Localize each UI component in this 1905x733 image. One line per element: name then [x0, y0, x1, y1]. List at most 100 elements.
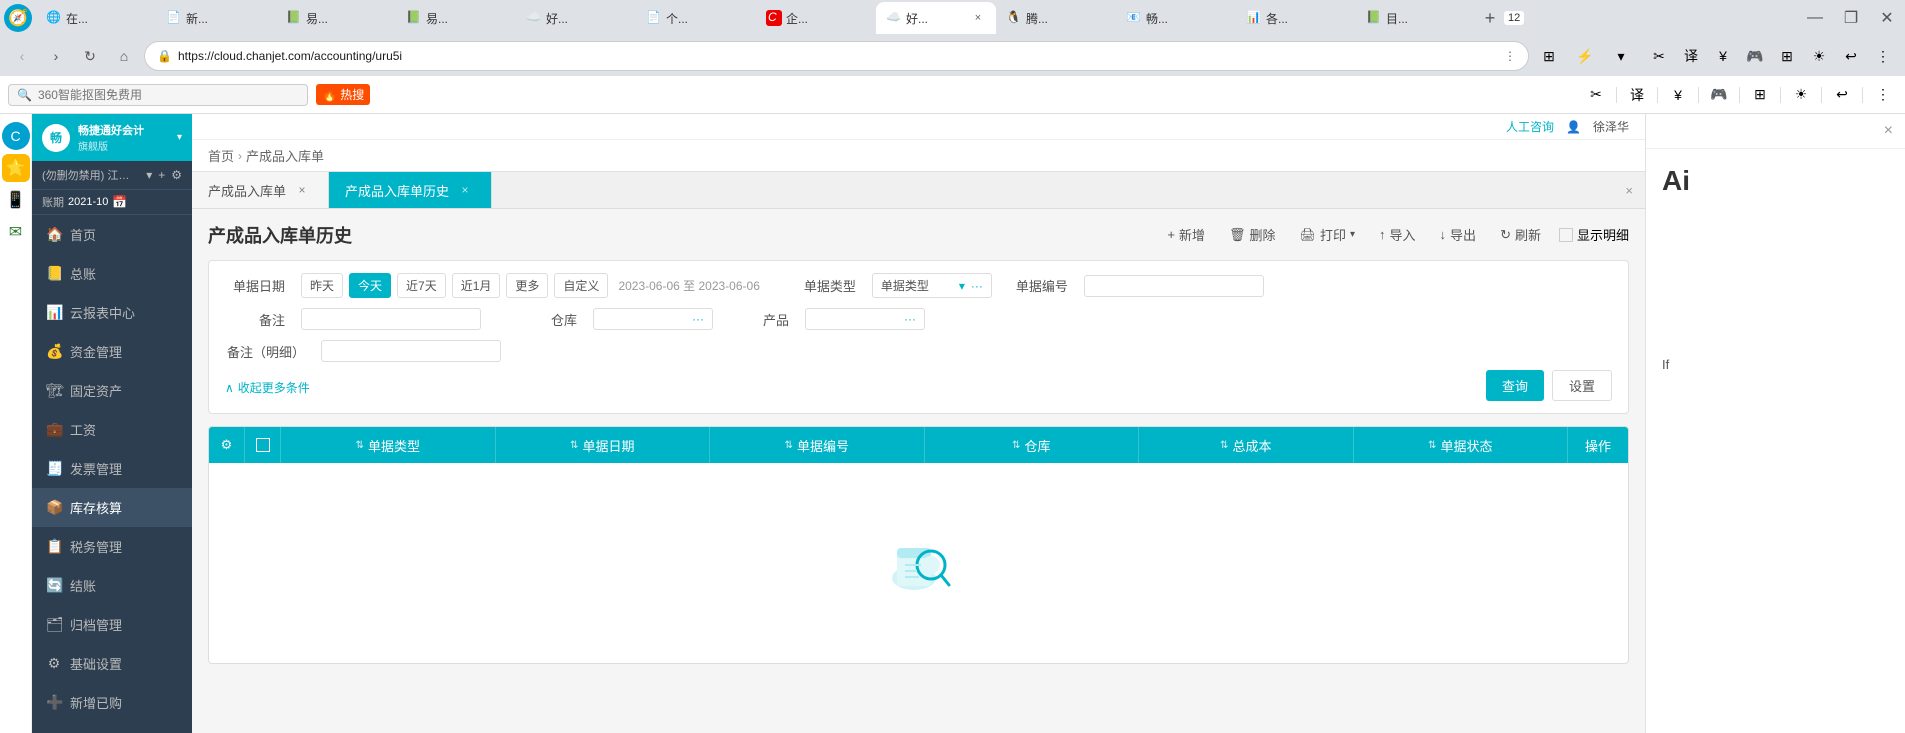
date-btn-more[interactable]: 更多 — [506, 273, 548, 298]
yuan2-icon[interactable]: ¥ — [1664, 81, 1692, 109]
sidebar-item-more[interactable]: ➕ 新增已购 — [32, 683, 192, 722]
close-button[interactable]: ✕ — [1873, 4, 1901, 32]
hot-search-button[interactable]: 🔥 热搜 — [316, 84, 370, 105]
th-check[interactable] — [245, 427, 281, 463]
search-input[interactable] — [38, 88, 238, 102]
num-filter-input[interactable] — [1084, 275, 1264, 297]
collapse-button[interactable]: ∧ 收起更多条件 — [225, 379, 310, 396]
search-input-area[interactable]: 🔍 — [8, 84, 308, 106]
right-panel-close-button[interactable]: × — [1884, 122, 1893, 140]
tab-9[interactable]: 🐧 腾... — [996, 2, 1116, 34]
panel-close-button[interactable]: × — [1613, 172, 1645, 208]
type-filter-select[interactable]: 单据类型 ▾ ··· — [872, 273, 992, 298]
sidebar-item-finance[interactable]: 💰 资金管理 — [32, 332, 192, 371]
select-all-checkbox[interactable] — [256, 438, 270, 452]
show-cols-toggle[interactable]: 显示明细 — [1559, 225, 1629, 244]
url-bar[interactable]: 🔒 https://cloud.chanjet.com/accounting/u… — [144, 41, 1529, 71]
th-warehouse[interactable]: ⇅ 仓库 — [925, 427, 1140, 463]
undo2-icon[interactable]: ↩ — [1828, 81, 1856, 109]
tab-close-8[interactable]: × — [970, 10, 986, 26]
import-btn[interactable]: ↑ 导入 — [1373, 221, 1422, 248]
sidebar-item-salary[interactable]: 💼 工资 — [32, 410, 192, 449]
breadcrumb-home[interactable]: 首页 — [208, 146, 234, 165]
date-btn-custom[interactable]: 自定义 — [554, 273, 608, 298]
settings-ext-icon[interactable]: ⋮ — [1869, 42, 1897, 70]
back-button[interactable]: ‹ — [8, 42, 36, 70]
app-logo-icon[interactable]: C — [2, 122, 30, 150]
translate-icon[interactable]: 译 — [1677, 42, 1705, 70]
warehouse-filter-select[interactable]: ··· — [593, 308, 713, 330]
product-filter-select[interactable]: ··· — [805, 308, 925, 330]
print-btn[interactable]: 🖨 打印 ▾ — [1293, 221, 1361, 248]
th-cost[interactable]: ⇅ 总成本 — [1139, 427, 1354, 463]
sidebar-item-tax[interactable]: 📋 税务管理 — [32, 527, 192, 566]
scissors-icon[interactable]: ✂ — [1645, 42, 1673, 70]
tab-7[interactable]: C 企... — [756, 2, 876, 34]
sidebar-item-settings[interactable]: ⚙ 基础设置 — [32, 644, 192, 683]
tab-4[interactable]: 📗 易... — [396, 2, 516, 34]
th-type[interactable]: ⇅ 单据类型 — [281, 427, 496, 463]
tab-2[interactable]: 📄 新... — [156, 2, 276, 34]
sidebar-item-ledger[interactable]: 📒 总账 — [32, 254, 192, 293]
detail-note-input[interactable] — [321, 340, 501, 362]
sidebar-item-archive[interactable]: 🗂 归档管理 — [32, 605, 192, 644]
tab-6[interactable]: 📄 个... — [636, 2, 756, 34]
th-date[interactable]: ⇅ 单据日期 — [496, 427, 711, 463]
note-filter-input[interactable] — [301, 308, 481, 330]
undo-icon[interactable]: ↩ — [1837, 42, 1865, 70]
th-num[interactable]: ⇅ 单据编号 — [710, 427, 925, 463]
more2-icon[interactable]: ⋮ — [1869, 81, 1897, 109]
layout2-icon[interactable]: ⊞ — [1746, 81, 1774, 109]
yuan-icon[interactable]: ¥ — [1709, 42, 1737, 70]
sidebar-item-reports[interactable]: 📊 云报表中心 — [32, 293, 192, 332]
tab-history[interactable]: 产成品入库单历史 × — [329, 172, 492, 208]
date-btn-today[interactable]: 今天 — [349, 273, 391, 298]
refresh-btn[interactable]: ↻ 刷新 — [1494, 221, 1547, 248]
user-service-link[interactable]: 人工咨询 — [1506, 118, 1554, 135]
new-tab-button[interactable]: + — [1476, 4, 1504, 32]
layout-icon[interactable]: ⊞ — [1773, 42, 1801, 70]
period-calendar-icon[interactable]: 📅 — [112, 195, 127, 209]
sidebar-item-assets[interactable]: 🏗 固定资产 — [32, 371, 192, 410]
company-settings-icon[interactable]: ⚙ — [171, 168, 182, 182]
tab-11[interactable]: 📊 各... — [1236, 2, 1356, 34]
app-weibo-icon[interactable]: 📱 — [2, 186, 30, 214]
night2-icon[interactable]: ☀ — [1787, 81, 1815, 109]
export-btn[interactable]: ↓ 导出 — [1434, 221, 1483, 248]
date-btn-1month[interactable]: 近1月 — [452, 273, 501, 298]
company-add-icon[interactable]: + — [158, 168, 165, 182]
tab-3[interactable]: 📗 易... — [276, 2, 396, 34]
minimize-button[interactable]: — — [1801, 4, 1829, 32]
restore-button[interactable]: ❐ — [1837, 4, 1865, 32]
settings-button[interactable]: 设置 — [1552, 370, 1612, 401]
tab-list[interactable]: 产成品入库单 × — [192, 172, 329, 208]
th-status[interactable]: ⇅ 单据状态 — [1354, 427, 1569, 463]
new-btn[interactable]: + 新增 — [1161, 221, 1211, 248]
th-gear[interactable]: ⚙ — [209, 427, 245, 463]
sidebar-item-inventory[interactable]: 📦 库存核算 — [32, 488, 192, 527]
date-btn-7days[interactable]: 近7天 — [397, 273, 446, 298]
app-star-icon[interactable]: ⭐ — [2, 154, 30, 182]
tab-5[interactable]: ☁️ 好... — [516, 2, 636, 34]
night-icon[interactable]: ☀ — [1805, 42, 1833, 70]
grid-icon[interactable]: ⊞ — [1535, 42, 1563, 70]
home-button[interactable]: ⌂ — [110, 42, 138, 70]
sidebar-item-checkout[interactable]: 🔄 结账 — [32, 566, 192, 605]
breadcrumb-list[interactable]: 产成品入库单 — [246, 146, 324, 165]
date-btn-yesterday[interactable]: 昨天 — [301, 273, 343, 298]
company-header[interactable]: 畅 畅捷通好会计 旗舰版 ▾ — [32, 114, 192, 161]
tab-8[interactable]: ☁️ 好... × — [876, 2, 996, 34]
company-selector[interactable]: (勿删勿禁用) 江西服宝测试专用 ▾ + ⚙ — [32, 161, 192, 190]
cut-icon[interactable]: ✂ — [1582, 81, 1610, 109]
game-icon[interactable]: 🎮 — [1741, 42, 1769, 70]
game2-icon[interactable]: 🎮 — [1705, 81, 1733, 109]
query-button[interactable]: 查询 — [1486, 370, 1544, 401]
tab-history-close[interactable]: × — [455, 180, 475, 200]
forward-button[interactable]: › — [42, 42, 70, 70]
delete-btn[interactable]: 🗑 删除 — [1223, 221, 1282, 248]
sidebar-item-invoice[interactable]: 🧾 发票管理 — [32, 449, 192, 488]
tab-1[interactable]: 🌐 在... — [36, 2, 156, 34]
tab-10[interactable]: 📧 畅... — [1116, 2, 1236, 34]
refresh-button[interactable]: ↻ — [76, 42, 104, 70]
tab-list-close[interactable]: × — [292, 180, 312, 200]
